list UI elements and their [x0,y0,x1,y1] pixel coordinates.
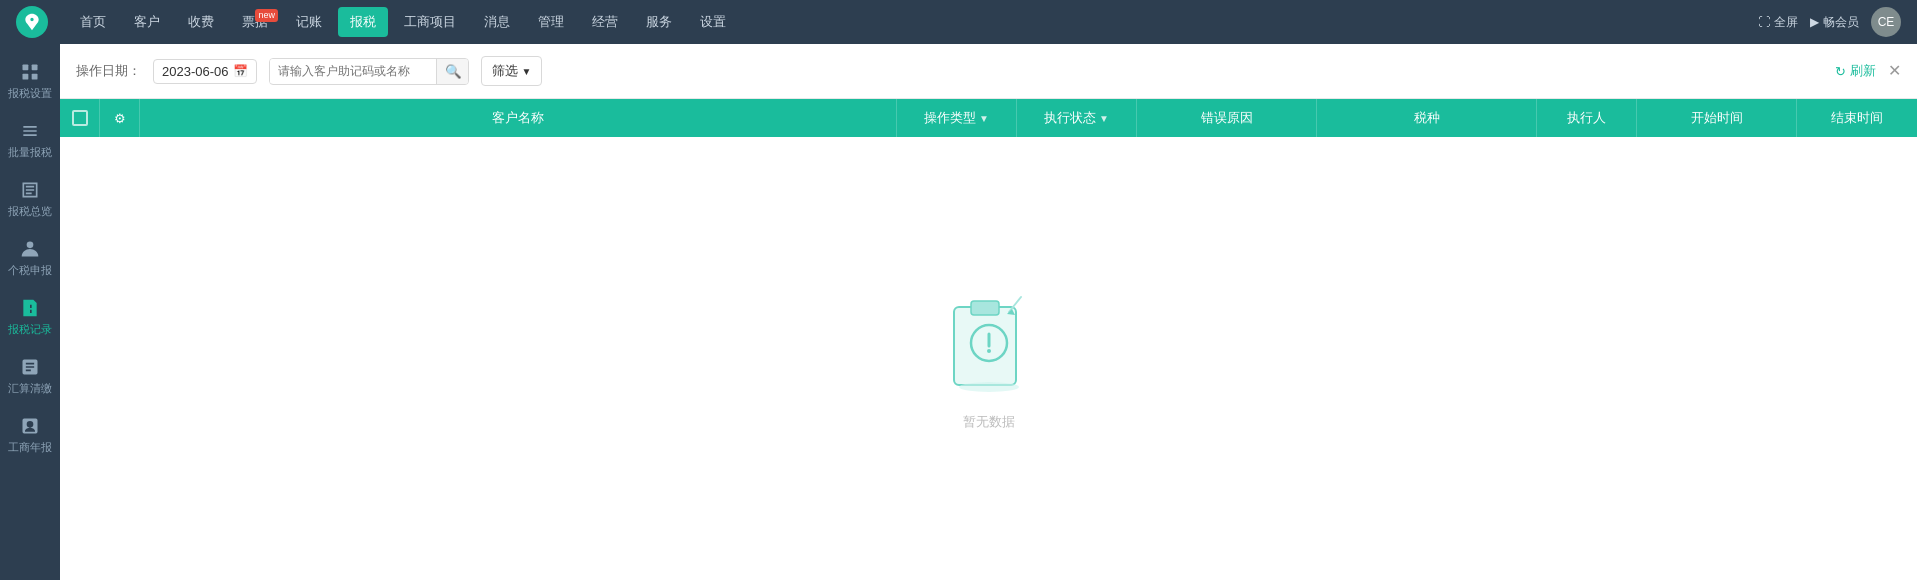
new-badge: new [255,9,278,22]
svg-point-12 [959,382,1019,392]
sort-icon-exec-status: ▼ [1099,113,1109,124]
sidebar-item-tax-settings[interactable]: 报税设置 [0,52,60,111]
svg-rect-2 [23,74,29,80]
gear-icon: ⚙ [114,111,126,126]
settlement-icon [20,357,40,377]
nav-manage[interactable]: 管理 [526,7,576,37]
svg-point-9 [987,349,991,353]
empty-state: 暂无数据 [60,137,1917,580]
th-gear[interactable]: ⚙ [100,99,140,137]
svg-rect-1 [32,65,38,71]
sidebar-item-tax-record[interactable]: 报税记录 [0,288,60,347]
date-value: 2023-06-06 [162,64,229,79]
nav-finance[interactable]: 经营 [580,7,630,37]
top-nav: 首页 客户 收费 票据 new 记账 报税 工商项目 消息 管理 经营 服务 设… [0,0,1917,44]
toolbar-right: ↻ 刷新 ✕ [1835,62,1901,80]
th-op-type[interactable]: 操作类型 ▼ [897,99,1017,137]
th-start-time: 开始时间 [1637,99,1797,137]
sidebar-item-settlement[interactable]: 汇算清缴 [0,347,60,406]
search-button[interactable]: 🔍 [436,59,469,84]
sidebar-item-tax-overview[interactable]: 报税总览 [0,170,60,229]
empty-text: 暂无数据 [963,413,1015,431]
sort-icon-op-type: ▼ [979,113,989,124]
member-icon: ▶ [1810,15,1819,29]
calendar-icon: 📅 [233,64,248,78]
batch-tax-icon [20,121,40,141]
select-all-checkbox[interactable] [72,110,88,126]
content-area: 操作日期： 2023-06-06 📅 🔍 筛选 ▼ ↻ 刷新 ✕ [60,44,1917,580]
date-label: 操作日期： [76,62,141,80]
nav-business[interactable]: 工商项目 [392,7,468,37]
nav-account[interactable]: 记账 [284,7,334,37]
nav-home[interactable]: 首页 [68,7,118,37]
tax-settings-icon [20,62,40,82]
date-picker[interactable]: 2023-06-06 📅 [153,59,257,84]
svg-rect-6 [971,301,999,315]
th-error-reason: 错误原因 [1137,99,1317,137]
main-area: 报税设置 批量报税 报税总览 个税申报 [0,44,1917,580]
nav-service[interactable]: 服务 [634,7,684,37]
empty-illustration [939,287,1039,397]
nav-message[interactable]: 消息 [472,7,522,37]
fullscreen-icon: ⛶ [1758,15,1770,29]
chevron-down-icon: ▼ [522,66,532,77]
avatar[interactable]: CE [1871,7,1901,37]
th-customer: 客户名称 [140,99,897,137]
nav-right: ⛶ 全屏 ▶ 畅会员 CE [1758,7,1901,37]
member-btn[interactable]: ▶ 畅会员 [1810,14,1859,31]
nav-tax[interactable]: 报税 [338,7,388,37]
svg-point-4 [27,242,34,249]
sidebar-item-personal-tax[interactable]: 个税申报 [0,229,60,288]
search-box: 🔍 [269,58,469,85]
nav-invoice[interactable]: 票据 new [230,7,280,37]
toolbar: 操作日期： 2023-06-06 📅 🔍 筛选 ▼ ↻ 刷新 ✕ [60,44,1917,99]
search-icon: 🔍 [445,64,462,79]
sidebar-item-batch-tax[interactable]: 批量报税 [0,111,60,170]
refresh-icon: ↻ [1835,64,1846,79]
refresh-button[interactable]: ↻ 刷新 [1835,62,1876,80]
nav-settings[interactable]: 设置 [688,7,738,37]
sidebar-item-annual-report[interactable]: 工商年报 [0,406,60,465]
svg-rect-0 [23,65,29,71]
th-executor: 执行人 [1537,99,1637,137]
th-exec-status[interactable]: 执行状态 ▼ [1017,99,1137,137]
fullscreen-btn[interactable]: ⛶ 全屏 [1758,14,1798,31]
search-input[interactable] [270,59,436,83]
th-checkbox[interactable] [60,99,100,137]
close-button[interactable]: ✕ [1888,63,1901,79]
filter-button[interactable]: 筛选 ▼ [481,56,543,86]
app-logo[interactable] [16,6,48,38]
tax-record-icon [20,298,40,318]
svg-rect-3 [32,74,38,80]
sidebar: 报税设置 批量报税 报税总览 个税申报 [0,44,60,580]
th-end-time: 结束时间 [1797,99,1917,137]
th-tax-type: 税种 [1317,99,1537,137]
nav-customer[interactable]: 客户 [122,7,172,37]
tax-overview-icon [20,180,40,200]
personal-tax-icon [20,239,40,259]
table-area: ⚙ 客户名称 操作类型 ▼ 执行状态 ▼ 错误原因 税种 [60,99,1917,580]
nav-items: 首页 客户 收费 票据 new 记账 报税 工商项目 消息 管理 经营 服务 设… [68,7,1758,37]
nav-billing[interactable]: 收费 [176,7,226,37]
table-header: ⚙ 客户名称 操作类型 ▼ 执行状态 ▼ 错误原因 税种 [60,99,1917,137]
annual-report-icon [20,416,40,436]
